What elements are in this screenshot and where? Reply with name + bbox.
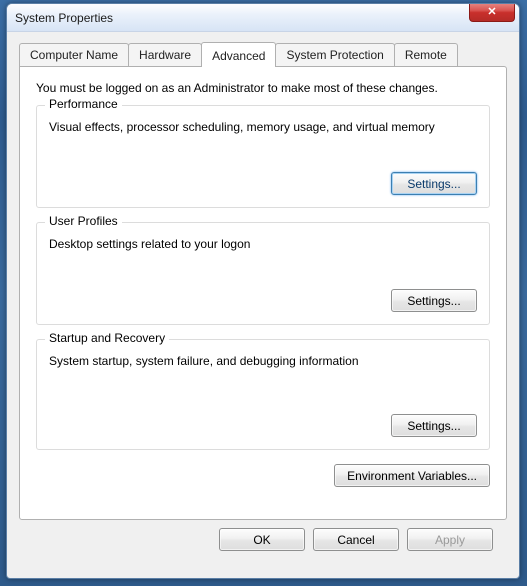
window-title: System Properties — [15, 11, 113, 25]
tab-hardware[interactable]: Hardware — [128, 43, 202, 66]
client-area: Computer Name Hardware Advanced System P… — [7, 32, 519, 561]
user-profiles-settings-button[interactable]: Settings... — [391, 289, 477, 312]
performance-settings-button[interactable]: Settings... — [391, 172, 477, 195]
environment-variables-button[interactable]: Environment Variables... — [334, 464, 490, 487]
performance-desc: Visual effects, processor scheduling, me… — [49, 120, 477, 134]
startup-recovery-group: Startup and Recovery System startup, sys… — [36, 339, 490, 450]
dialog-button-row: OK Cancel Apply — [19, 520, 507, 551]
ok-button[interactable]: OK — [219, 528, 305, 551]
user-profiles-group-title: User Profiles — [45, 214, 122, 228]
user-profiles-desc: Desktop settings related to your logon — [49, 237, 477, 251]
tab-system-protection[interactable]: System Protection — [275, 43, 394, 66]
close-button[interactable]: ✕ — [469, 3, 515, 22]
performance-group: Performance Visual effects, processor sc… — [36, 105, 490, 208]
admin-note: You must be logged on as an Administrato… — [36, 81, 490, 95]
system-properties-window: System Properties ✕ Computer Name Hardwa… — [6, 3, 520, 579]
startup-desc: System startup, system failure, and debu… — [49, 354, 477, 368]
close-icon: ✕ — [487, 5, 496, 18]
startup-settings-button[interactable]: Settings... — [391, 414, 477, 437]
tab-remote[interactable]: Remote — [394, 43, 458, 66]
tabstrip: Computer Name Hardware Advanced System P… — [19, 42, 507, 66]
cancel-button[interactable]: Cancel — [313, 528, 399, 551]
tab-computer-name[interactable]: Computer Name — [19, 43, 129, 66]
apply-button[interactable]: Apply — [407, 528, 493, 551]
user-profiles-group: User Profiles Desktop settings related t… — [36, 222, 490, 325]
startup-group-title: Startup and Recovery — [45, 331, 169, 345]
titlebar: System Properties ✕ — [7, 4, 519, 32]
performance-group-title: Performance — [45, 97, 122, 111]
tab-advanced[interactable]: Advanced — [201, 42, 276, 67]
advanced-tab-panel: You must be logged on as an Administrato… — [19, 66, 507, 520]
